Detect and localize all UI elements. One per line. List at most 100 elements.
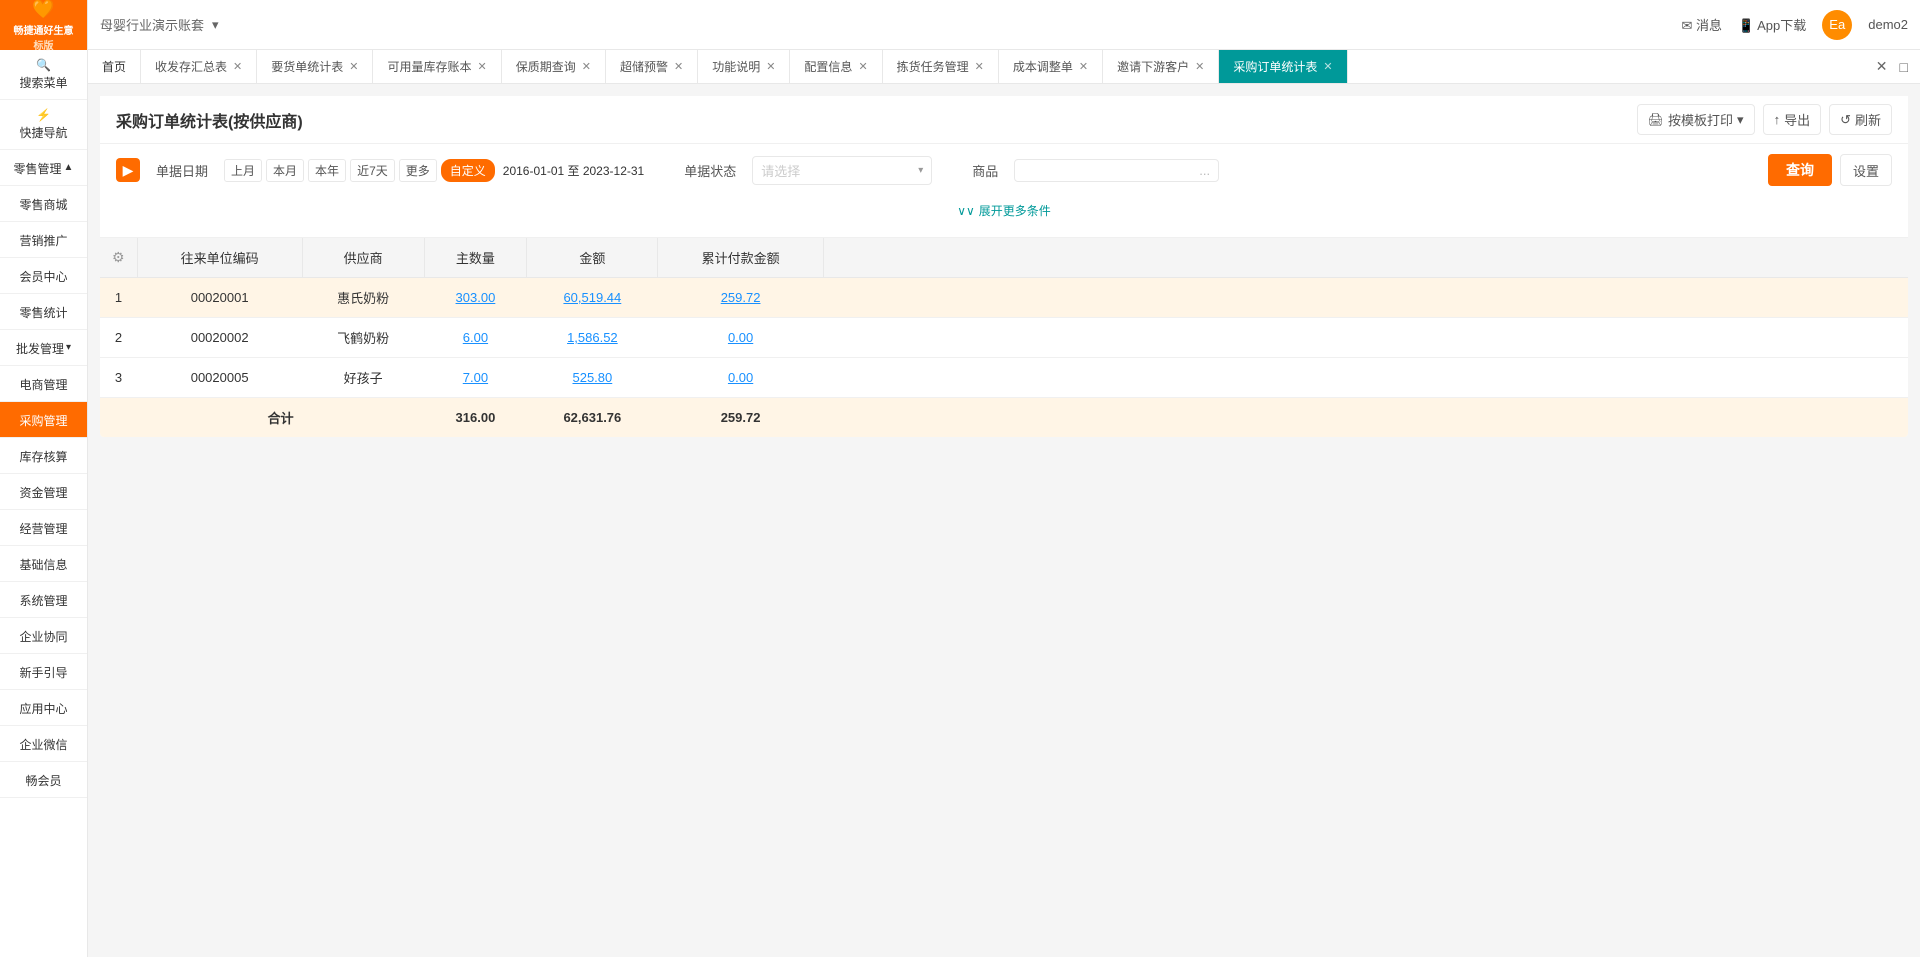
row-qty[interactable]: 303.00 [424,278,527,318]
logo-icon: 🧡 [32,0,54,20]
goods-input[interactable] [1023,163,1199,178]
tab-ycyj[interactable]: 超储预警 ✕ [606,50,698,83]
sidebar-item-basic[interactable]: 基础信息 [0,546,87,582]
tab-pzxx[interactable]: 配置信息 ✕ [790,50,882,83]
sidebar-item-label: 零售管理 [14,160,62,177]
tab-close-icon[interactable]: ✕ [582,60,591,73]
sidebar-item-member[interactable]: 会员中心 [0,258,87,294]
sidebar-item-wholesale[interactable]: 批发管理 ▾ [0,330,87,366]
sidebar-item-operations[interactable]: 经营管理 [0,510,87,546]
tab-close-icon[interactable]: ✕ [674,60,683,73]
date-shortcut-this-year[interactable]: 本年 [308,159,346,182]
filter-toggle-button[interactable]: ▶ [116,158,140,182]
sidebar-item-retail-stat[interactable]: 零售统计 [0,294,87,330]
col-amount-header: 金额 [527,238,658,278]
tab-close-icon[interactable]: ✕ [975,60,984,73]
row-paid[interactable]: 259.72 [658,278,823,318]
tab-close-icon[interactable]: ✕ [1195,60,1204,73]
print-icon: 🖨 [1648,112,1665,128]
tab-gnms[interactable]: 功能说明 ✕ [698,50,790,83]
export-button[interactable]: ↑ 导出 [1763,104,1822,135]
refresh-icon: ↺ [1840,112,1851,128]
tab-label: 拣货任务管理 [897,58,969,75]
tab-close-icon[interactable]: ✕ [233,60,242,73]
user-name[interactable]: demo2 [1868,17,1908,32]
row-paid[interactable]: 0.00 [658,318,823,358]
message-btn[interactable]: ✉ 消息 [1681,15,1722,34]
avatar-text: Ea [1829,17,1845,32]
expand-icon: ∨∨ [957,204,975,218]
col-extra-header [823,238,1908,278]
tab-close-all-icon[interactable]: ✕ [1872,54,1892,79]
sidebar-item-enterprise[interactable]: 企业协同 [0,618,87,654]
date-shortcut-7days[interactable]: 近7天 [350,159,395,182]
workspace-selector[interactable]: 母婴行业演示账套 ▾ [100,15,219,34]
expand-more-button[interactable]: ∨∨ 展开更多条件 [957,202,1051,219]
col-qty-header: 主数量 [424,238,527,278]
row-qty[interactable]: 7.00 [424,358,527,398]
settings-button[interactable]: 设置 [1840,154,1892,186]
row-paid[interactable]: 0.00 [658,358,823,398]
tab-close-icon[interactable]: ✕ [349,60,358,73]
top-bar: 母婴行业演示账套 ▾ ✉ 消息 📱 App下载 Ea demo2 [88,0,1920,50]
tab-cbtz[interactable]: 成本调整单 ✕ [999,50,1103,83]
app-download-btn[interactable]: 📱 App下载 [1738,15,1806,34]
refresh-button[interactable]: ↺ 刷新 [1829,104,1892,135]
tab-home[interactable]: 首页 [88,50,141,83]
sidebar-item-purchase[interactable]: 采购管理 [0,402,87,438]
message-icon: ✉ [1681,18,1692,33]
footer-paid: 259.72 [658,398,823,438]
tab-yghtj[interactable]: 要货单统计表 ✕ [257,50,373,83]
user-avatar[interactable]: Ea [1822,10,1852,40]
tab-kylkzb[interactable]: 可用量库存账本 ✕ [373,50,501,83]
expand-more-row: ∨∨ 展开更多条件 [116,194,1892,227]
sidebar-item-retail[interactable]: 零售管理 ▲ [0,150,87,186]
tab-cgddtjb[interactable]: 采购订单统计表 ✕ [1219,50,1347,83]
tab-close-icon[interactable]: ✕ [766,60,775,73]
tab-label: 收发存汇总表 [155,58,227,75]
tab-close-icon[interactable]: ✕ [478,60,487,73]
sidebar-item-label: 电商管理 [4,376,83,393]
date-filter-label: 单据日期 [156,161,208,180]
footer-amount: 62,631.76 [527,398,658,438]
sidebar-item-label: 零售统计 [4,304,83,321]
sidebar-item-search[interactable]: 🔍 搜索菜单 [0,50,87,100]
sidebar-item-appcenter[interactable]: 应用中心 [0,690,87,726]
sidebar-item-system[interactable]: 系统管理 [0,582,87,618]
sidebar-item-vip[interactable]: 畅会员 [0,762,87,798]
sidebar-item-retail-store[interactable]: 零售商城 [0,186,87,222]
tab-close-icon[interactable]: ✕ [1079,60,1088,73]
tab-phgjgl[interactable]: 拣货任务管理 ✕ [883,50,999,83]
date-shortcut-more[interactable]: 更多 [399,159,437,182]
date-shortcut-last-month[interactable]: 上月 [224,159,262,182]
date-shortcut-this-month[interactable]: 本月 [266,159,304,182]
tab-sfd[interactable]: 收发存汇总表 ✕ [141,50,257,83]
tab-close-icon[interactable]: ✕ [858,60,867,73]
sidebar-item-label: 应用中心 [4,700,83,717]
sidebar-item-ecommerce[interactable]: 电商管理 [0,366,87,402]
status-dropdown[interactable]: 请选择 ▾ [752,156,932,185]
date-shortcut-custom[interactable]: 自定义 [441,159,495,182]
tab-label: 邀请下游客户 [1117,58,1189,75]
tab-close-icon[interactable]: ✕ [1323,60,1332,73]
row-qty[interactable]: 6.00 [424,318,527,358]
row-amount[interactable]: 1,586.52 [527,318,658,358]
search-icon: 🔍 [4,58,83,72]
tab-bxqcx[interactable]: 保质期查询 ✕ [502,50,606,83]
column-settings-icon[interactable]: ⚙ [112,249,125,265]
print-button[interactable]: 🖨 按模板打印 ▾ [1637,104,1755,135]
tab-yqxygky[interactable]: 邀请下游客户 ✕ [1103,50,1219,83]
tab-restore-icon[interactable]: □ [1896,55,1912,79]
goods-input-wrap[interactable]: ... [1014,159,1219,182]
row-amount[interactable]: 525.80 [527,358,658,398]
sidebar-item-marketing[interactable]: 营销推广 [0,222,87,258]
sidebar-item-newguide[interactable]: 新手引导 [0,654,87,690]
query-button[interactable]: 查询 [1768,154,1832,186]
sidebar-item-quick[interactable]: ⚡ 快捷导航 [0,100,87,150]
sidebar-item-finance[interactable]: 资金管理 [0,474,87,510]
sidebar-item-inventory[interactable]: 库存核算 [0,438,87,474]
app-logo: 🧡 畅捷通好生意 标版 [0,0,87,50]
row-amount[interactable]: 60,519.44 [527,278,658,318]
date-shortcuts: 上月 本月 本年 近7天 更多 自定义 2016-01-01 至 2023-12… [224,159,644,182]
sidebar-item-wechat[interactable]: 企业微信 [0,726,87,762]
